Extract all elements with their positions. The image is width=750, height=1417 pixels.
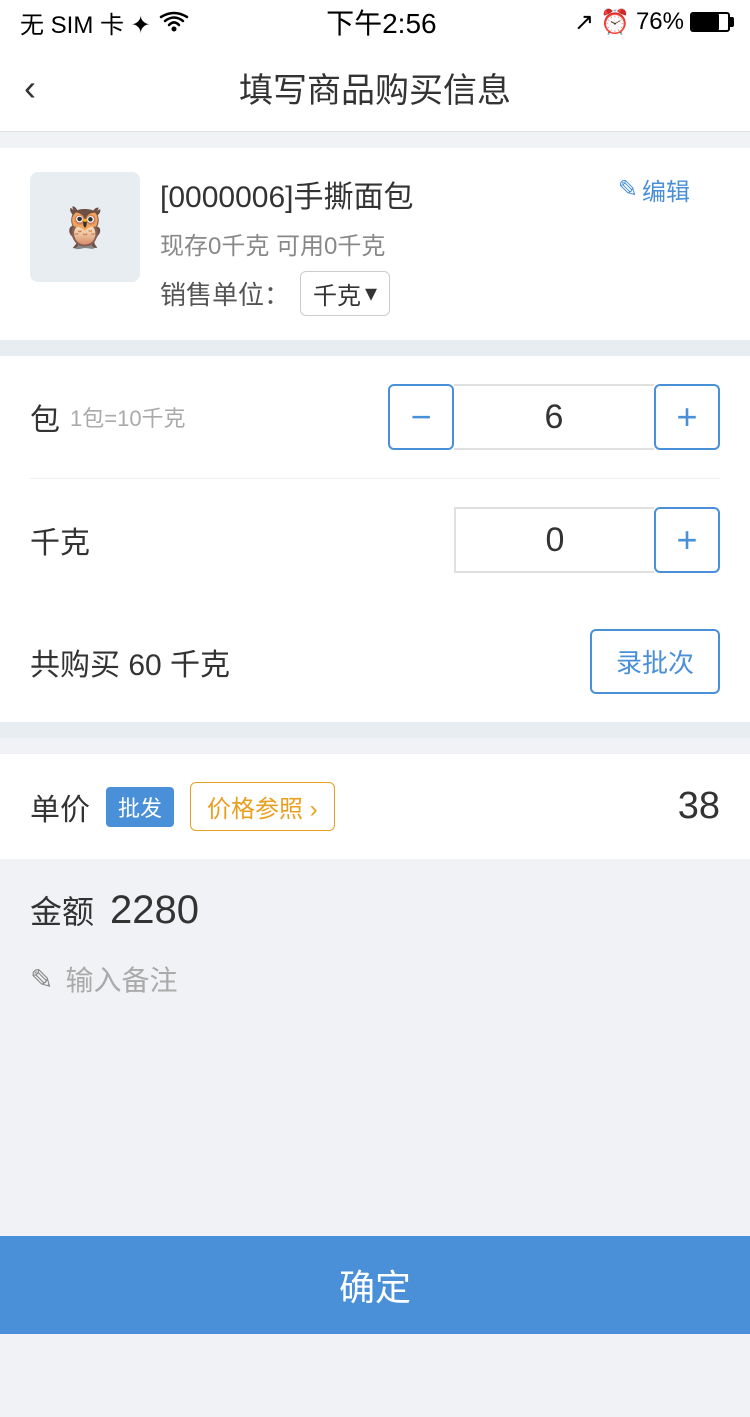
sim-text: 无 SIM 卡 ✦: [20, 5, 151, 40]
product-stock: 现存0千克 可用0千克: [160, 226, 720, 261]
product-image: 🦉: [30, 172, 140, 282]
kg-input-row: 千克 +: [30, 479, 720, 601]
status-bar: 无 SIM 卡 ✦ 下午2:56 ↗ ⏰ 76%: [0, 0, 750, 44]
bao-hint: 1包=10千克: [70, 401, 186, 433]
kg-quantity-input[interactable]: [454, 507, 654, 573]
status-time: 下午2:56: [326, 2, 437, 42]
amount-section: 金额 2280 ✎ 输入备注: [0, 859, 750, 1019]
amount-value: 2280: [110, 888, 199, 933]
price-section: 单价 批发 价格参照 › 38: [0, 754, 750, 859]
bao-controls: − +: [388, 384, 720, 450]
kg-label: 千克: [30, 518, 90, 562]
product-unit-row: 销售单位： 千克 ▾: [160, 271, 720, 316]
summary-row: 共购买 60 千克 录批次: [0, 601, 750, 722]
bao-decrement-button[interactable]: −: [388, 384, 454, 450]
wifi-icon: [159, 11, 189, 33]
batch-button[interactable]: 录批次: [590, 629, 720, 694]
bao-label: 包 1包=10千克: [30, 395, 186, 439]
status-left: 无 SIM 卡 ✦: [20, 5, 189, 40]
divider-1: [0, 340, 750, 356]
edit-button[interactable]: ✎ 编辑: [618, 172, 690, 207]
page-title: 填写商品购买信息: [239, 63, 511, 112]
divider-2: [0, 722, 750, 738]
price-row: 单价 批发 价格参照 › 38: [30, 782, 720, 831]
price-ref-button[interactable]: 价格参照 ›: [190, 782, 335, 831]
kg-increment-button[interactable]: +: [654, 507, 720, 573]
amount-label: 金额: [30, 887, 94, 933]
bao-increment-button[interactable]: +: [654, 384, 720, 450]
confirm-button[interactable]: 确定: [0, 1236, 750, 1334]
battery-icon: [690, 12, 730, 32]
remark-placeholder: 输入备注: [65, 959, 177, 999]
price-tag: 批发: [106, 787, 174, 827]
unit-label: 销售单位：: [160, 275, 290, 312]
battery-percent: 76%: [636, 8, 684, 36]
unit-select[interactable]: 千克 ▾: [300, 271, 390, 316]
bao-quantity-input[interactable]: [454, 384, 654, 450]
product-logo: 🦉: [60, 204, 110, 251]
product-info-wrapper: ✎ 编辑 [0000006]手撕面包 现存0千克 可用0千克 销售单位： 千克 …: [160, 172, 720, 316]
summary-text: 共购买 60 千克: [30, 640, 230, 684]
dropdown-icon: ▾: [365, 279, 377, 308]
nav-bar: ‹ 填写商品购买信息: [0, 44, 750, 132]
clock-icon: ⏰: [600, 8, 630, 37]
status-right: ↗ ⏰ 76%: [574, 8, 730, 37]
price-label: 单价: [30, 785, 90, 829]
back-button[interactable]: ‹: [24, 67, 36, 109]
kg-controls: +: [454, 507, 720, 573]
amount-row: 金额 2280: [30, 887, 720, 933]
price-value: 38: [678, 785, 720, 828]
remark-row[interactable]: ✎ 输入备注: [30, 949, 720, 1009]
product-card: 🦉 ✎ 编辑 [0000006]手撕面包 现存0千克 可用0千克 销售单位： 千…: [0, 148, 750, 340]
input-section: 包 1包=10千克 − + 千克 +: [0, 356, 750, 601]
bao-input-row: 包 1包=10千克 − +: [30, 356, 720, 479]
remark-icon: ✎: [30, 963, 53, 996]
location-icon: ↗: [574, 8, 594, 37]
edit-icon: ✎: [618, 175, 638, 204]
